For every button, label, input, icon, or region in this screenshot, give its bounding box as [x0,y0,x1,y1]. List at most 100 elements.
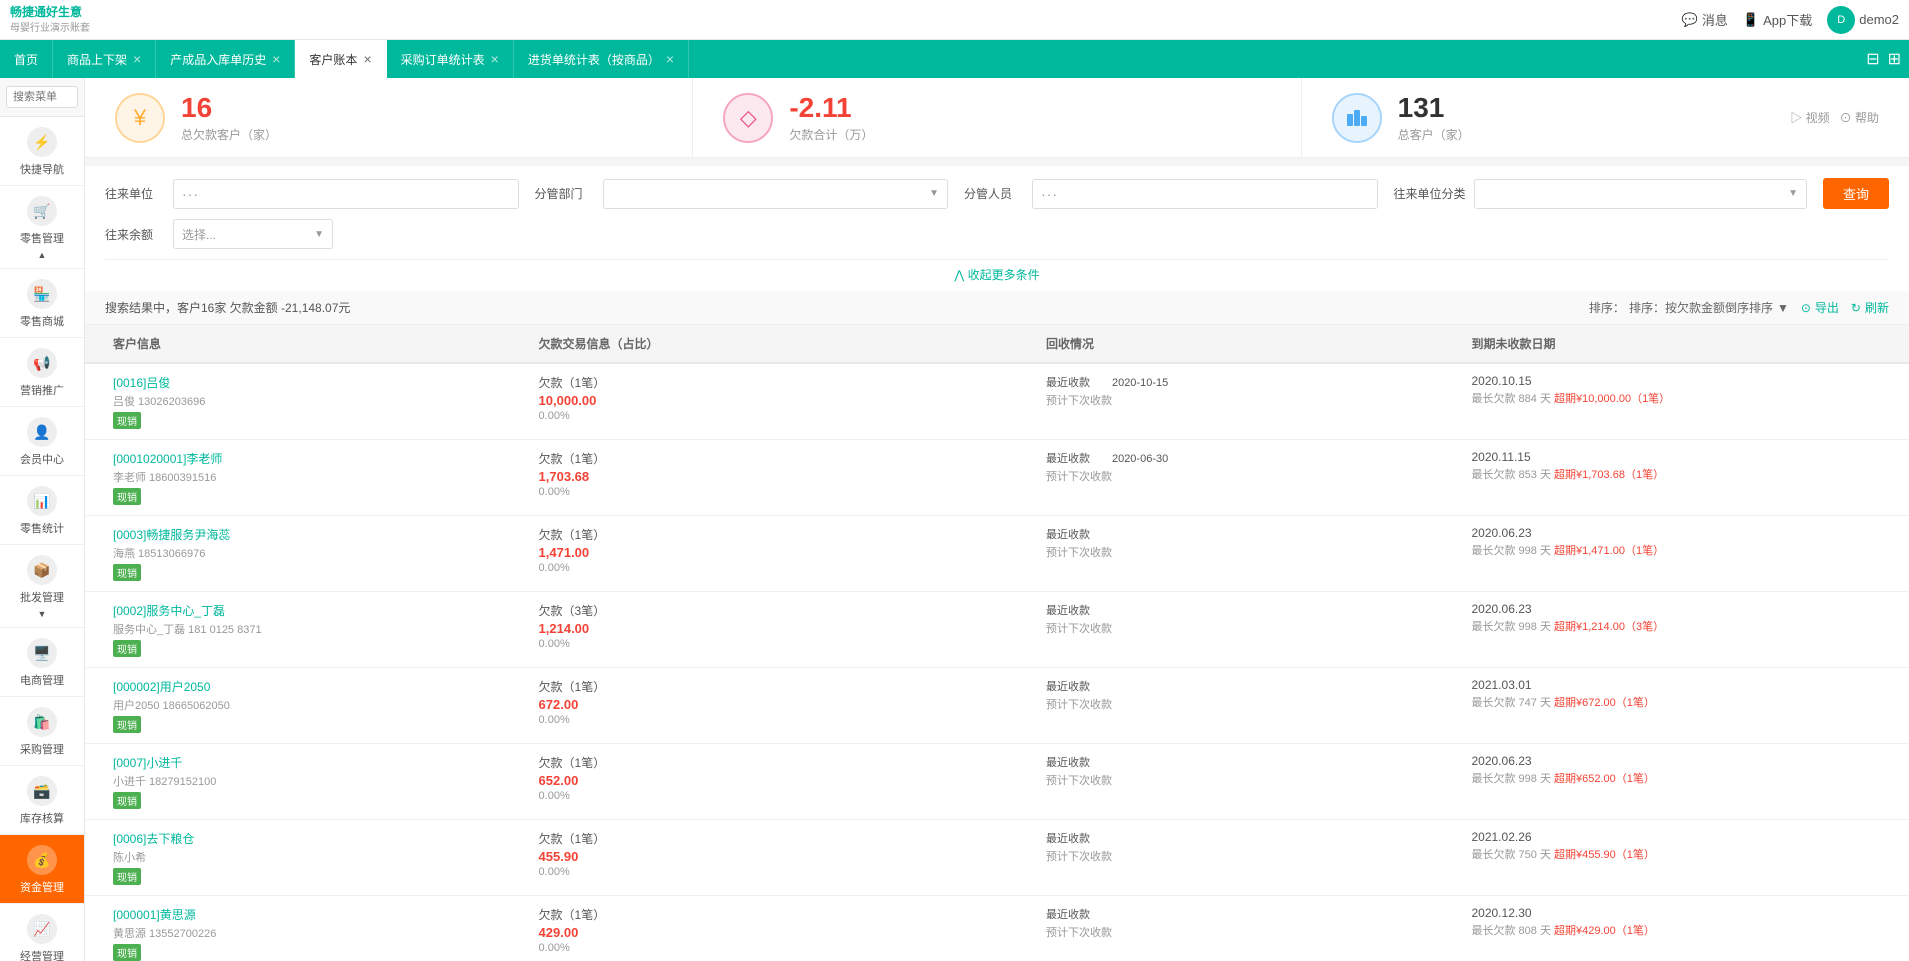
debt-amount[interactable]: 10,000.00 [539,393,1030,408]
sidebar-item-finance[interactable]: 💰 资金管理 [0,835,84,904]
export-button[interactable]: ⊙ 导出 [1801,299,1839,316]
debt-count: 欠款（1笔） [539,526,1030,543]
tab-close-icon[interactable]: × [666,52,674,66]
chevron-down-icon: ▼ [1777,301,1789,315]
tab-close-icon[interactable]: × [363,52,371,66]
tab-product-listing[interactable]: 商品上下架 × [53,40,156,78]
table-row: [000001]黄思源 黄思源 13552700226 现销 欠款（1笔） 42… [85,896,1909,961]
overdue-link[interactable]: 超期¥1,214.00（3笔） [1554,621,1664,633]
filter-balance-select[interactable]: 选择... ▼ [173,219,333,249]
debt-count: 欠款（1笔） [539,374,1030,391]
overdue-link[interactable]: 超期¥652.00（1笔） [1554,773,1655,785]
tab-close-icon[interactable]: × [491,52,499,66]
search-input[interactable] [6,86,78,108]
collapse-filters-btn[interactable]: ⋀ 收起更多条件 [105,259,1889,291]
due-date: 2020.06.23 [1471,526,1881,540]
sort-dropdown[interactable]: 排序： 排序：按欠款金额倒序排序 ▼ [1589,299,1789,316]
search-button[interactable]: 查询 [1823,178,1889,209]
overdue-link[interactable]: 超期¥672.00（1笔） [1554,697,1655,709]
filter-dept-input[interactable]: ▼ [603,179,949,209]
app-download-btn[interactable]: 📱 App下载 [1743,10,1812,29]
batch-mgmt-icon: 📦 [27,555,57,585]
overdue-link[interactable]: 超期¥1,703.68（1笔） [1554,469,1664,481]
customer-info-cell: [000001]黄思源 黄思源 13552700226 现销 [105,906,531,961]
overdue-link[interactable]: 超期¥429.00（1笔） [1554,925,1655,937]
tab-home[interactable]: 首页 [0,40,53,78]
debt-amount[interactable]: 429.00 [539,925,1030,940]
filter-category-input[interactable]: ▼ [1474,179,1807,209]
sidebar-marketing-label: 营销推广 [20,382,64,398]
customer-phone: 服务中心_丁磊 181 0125 8371 [113,621,523,637]
debt-amount[interactable]: 1,471.00 [539,545,1030,560]
customer-tag: 现销 [113,488,141,505]
table-row: [0003]畅捷服务尹海蕊 海燕 18513066976 现销 欠款（1笔） 1… [85,516,1909,592]
customer-name-link[interactable]: [0003]畅捷服务尹海蕊 [113,526,523,543]
customer-name-link[interactable]: [000002]用户2050 [113,678,523,695]
operation-icon: 📈 [27,914,57,944]
result-actions: 排序： 排序：按欠款金额倒序排序 ▼ ⊙ 导出 ↻ 刷新 [1589,299,1889,316]
debt-amount[interactable]: 455.90 [539,849,1030,864]
due-date: 2020.06.23 [1471,754,1881,768]
maximize-icon[interactable]: ⊞ [1888,49,1901,69]
tab-stock-stats-label: 进货单统计表（按商品） [528,51,660,68]
customer-phone: 陈小希 [113,849,523,865]
filter-partner-input[interactable]: ··· [173,179,519,209]
debt-info-cell: 欠款（1笔） 429.00 0.00% [531,906,1038,954]
sidebar-retail-mgmt-label: 零售管理 [20,230,64,246]
table-row: [0001020001]李老师 李老师 18600391516 现销 欠款（1笔… [85,440,1909,516]
tab-inventory-history[interactable]: 产成品入库单历史 × [156,40,295,78]
customer-name-link[interactable]: [0002]服务中心_丁磊 [113,602,523,619]
sidebar-item-retail-stats[interactable]: 📊 零售统计 [0,476,84,545]
customer-phone: 用户2050 18665062050 [113,697,523,713]
marketing-icon: 📢 [27,348,57,378]
tab-purchase-stats[interactable]: 采购订单统计表 × [387,40,514,78]
customer-name-link[interactable]: [0001020001]李老师 [113,450,523,467]
debt-amount[interactable]: 672.00 [539,697,1030,712]
message-btn[interactable]: 💬 消息 [1682,10,1728,29]
sidebar-item-member[interactable]: 👤 会员中心 [0,407,84,476]
sidebar-item-quick-nav[interactable]: ⚡ 快捷导航 [0,117,84,186]
customer-name-link[interactable]: [0016]吕俊 [113,374,523,391]
sidebar-item-ecommerce[interactable]: 🖥️ 电商管理 [0,628,84,697]
debt-amount[interactable]: 652.00 [539,773,1030,788]
chevron-down-icon: ▼ [929,188,939,199]
debt-ratio: 0.00% [539,410,1030,422]
customer-name-link[interactable]: [0007]小进千 [113,754,523,771]
tab-close-icon[interactable]: × [272,52,280,66]
tab-customer-account[interactable]: 客户账本 × [295,40,386,78]
refresh-button[interactable]: ↻ 刷新 [1851,299,1889,316]
sidebar-item-purchase[interactable]: 🛍️ 采购管理 [0,697,84,766]
overdue-link[interactable]: 超期¥10,000.00（1笔） [1554,393,1670,405]
customer-phone: 吕俊 13026203696 [113,393,523,409]
due-date: 2020.12.30 [1471,906,1881,920]
video-icon: ▷ [1790,111,1805,125]
col-header-customer: 客户信息 [105,325,531,362]
debt-amount[interactable]: 1,703.68 [539,469,1030,484]
customer-name-link[interactable]: [0006]去下粮仓 [113,830,523,847]
user-menu[interactable]: D demo2 [1827,6,1899,34]
help-btn[interactable]: ⊙ 帮助 [1840,109,1879,126]
debt-amount[interactable]: 1,214.00 [539,621,1030,636]
debt-ratio: 0.00% [539,638,1030,650]
sidebar-item-retail-mall[interactable]: 🏪 零售商城 [0,269,84,338]
tab-close-icon[interactable]: × [133,52,141,66]
overdue-link[interactable]: 超期¥1,471.00（1笔） [1554,545,1664,557]
video-btn[interactable]: ▷ 视频 [1790,109,1829,126]
sidebar-item-marketing[interactable]: 📢 营销推广 [0,338,84,407]
tab-stock-stats[interactable]: 进货单统计表（按商品） × [514,40,689,78]
minimize-icon[interactable]: ⊟ [1866,49,1879,69]
overdue-info: 最长欠款 998 天 超期¥652.00（1笔） [1471,770,1881,786]
sidebar-inventory-label: 库存核算 [20,810,64,826]
due-date-cell: 2020.06.23 最长欠款 998 天 超期¥652.00（1笔） [1463,754,1889,788]
sidebar-item-batch-mgmt[interactable]: 📦 批发管理 ▼ [0,545,84,628]
customer-name-link[interactable]: [000001]黄思源 [113,906,523,923]
due-date: 2021.03.01 [1471,678,1881,692]
message-label: 消息 [1702,10,1728,29]
filter-person-input[interactable]: ··· [1032,179,1378,209]
sidebar-item-retail-mgmt[interactable]: 🛒 零售管理 ▲ [0,186,84,269]
overdue-link[interactable]: 超期¥455.90（1笔） [1554,849,1655,861]
sidebar-item-operation[interactable]: 📈 经营管理 [0,904,84,961]
sidebar-item-inventory[interactable]: 🗃️ 库存核算 [0,766,84,835]
customer-tag: 现销 [113,640,141,657]
logo-sub: 母婴行业演示账套 [10,19,90,34]
